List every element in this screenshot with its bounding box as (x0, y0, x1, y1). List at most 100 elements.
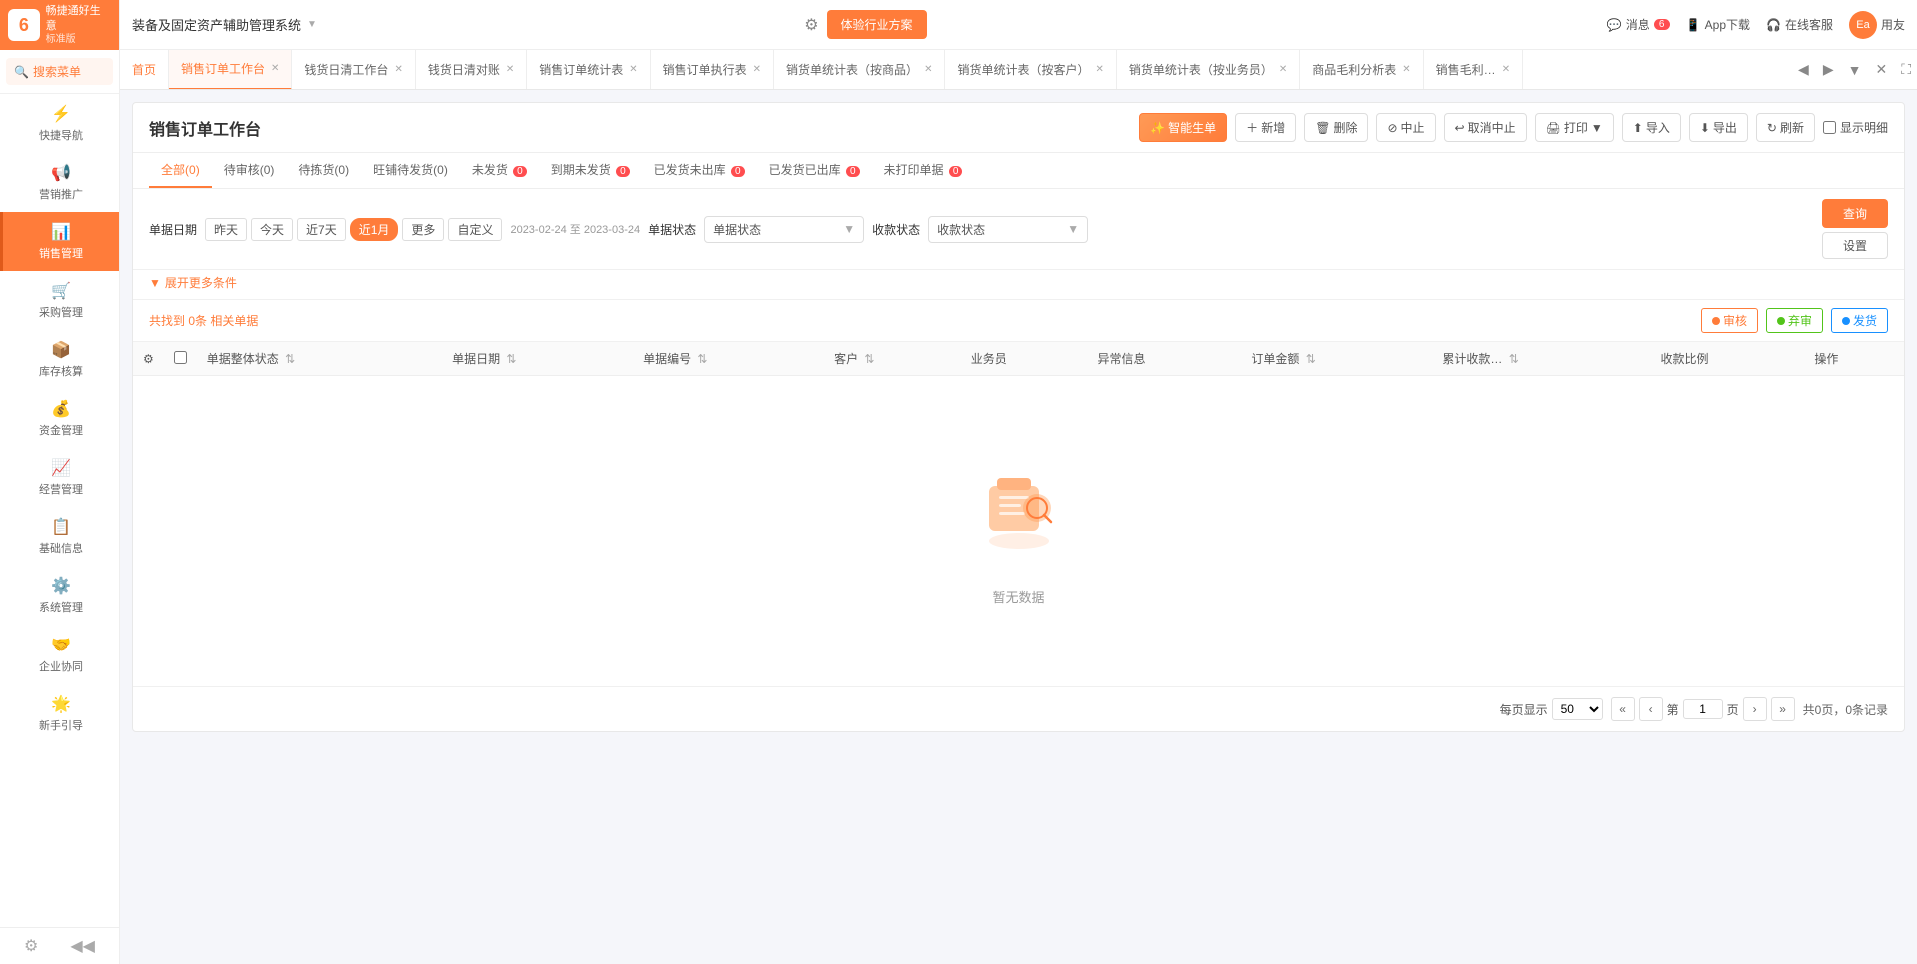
sidebar-item-basic[interactable]: 📋 基础信息 (0, 507, 119, 566)
filter-tab-pending-pick[interactable]: 待拣货(0) (286, 153, 361, 188)
page-size-select[interactable]: 10 20 50 100 (1552, 698, 1603, 720)
sidebar-item-system[interactable]: ⚙️ 系统管理 (0, 566, 119, 625)
table-col-status[interactable]: 单据整体状态 ⇅ (197, 342, 442, 376)
cancel-review-quick-button[interactable]: 弃审 (1766, 308, 1823, 333)
avatar: Ea (1849, 11, 1877, 39)
app-download-button[interactable]: 📱 App下载 (1686, 16, 1750, 33)
date-more-button[interactable]: 更多 (402, 218, 444, 241)
table-col-setting[interactable]: ⚙ (133, 342, 164, 376)
table-col-exception[interactable]: 异常信息 (1087, 342, 1241, 376)
page-number-input[interactable] (1683, 699, 1723, 719)
tab-sales-stat[interactable]: 销售订单统计表 ✕ (527, 50, 650, 90)
table-scroll-area[interactable]: ⚙ 单据整体状态 ⇅ 单据日期 ⇅ 单据编号 (133, 342, 1904, 686)
table-col-date[interactable]: 单据日期 ⇅ (442, 342, 633, 376)
cancel-stop-button[interactable]: ↩ 取消中止 (1444, 113, 1527, 142)
ai-generate-button[interactable]: ✨ 智能生单 (1139, 113, 1227, 142)
tab-sales-workbench[interactable]: 销售订单工作台 ✕ (169, 50, 292, 90)
filter-tab-shipped-out[interactable]: 已发货已出库 0 (757, 153, 872, 188)
search-menu-button[interactable]: 🔍 搜索菜单 (6, 58, 113, 85)
tab-more-button[interactable]: ▼ (1842, 60, 1868, 80)
table-col-customer[interactable]: 客户 ⇅ (824, 342, 961, 376)
tab-close-icon[interactable]: ✕ (506, 64, 514, 75)
query-button[interactable]: 查询 (1822, 199, 1888, 228)
sort-icon: ⇅ (1306, 352, 1316, 366)
filter-tab-all[interactable]: 全部(0) (149, 153, 212, 188)
payment-filter-select[interactable]: 收款状态 ▼ (928, 216, 1088, 243)
new-button[interactable]: ＋ 新增 (1235, 113, 1296, 142)
tab-cash-reconcile[interactable]: 钱货日清对账 ✕ (416, 50, 527, 90)
sidebar-item-purchase[interactable]: 🛒 采购管理 (0, 271, 119, 330)
tab-close-icon[interactable]: ✕ (753, 64, 761, 75)
messages-button[interactable]: 💬 消息 6 (1607, 16, 1670, 33)
settings-filter-button[interactable]: 设置 (1822, 232, 1888, 259)
tab-sales-by-product[interactable]: 销货单统计表（按商品） ✕ (774, 50, 945, 90)
filter-tab-not-shipped[interactable]: 未发货 0 (460, 153, 539, 188)
tab-close-icon[interactable]: ✕ (1402, 64, 1410, 75)
tab-sales-by-customer[interactable]: 销货单统计表（按客户） ✕ (945, 50, 1116, 90)
ship-quick-button[interactable]: 发货 (1831, 308, 1888, 333)
table-col-amount[interactable]: 订单金额 ⇅ (1241, 342, 1432, 376)
tab-close-icon[interactable]: ✕ (629, 64, 637, 75)
date-custom-button[interactable]: 自定义 (448, 218, 502, 241)
gear-button[interactable]: ⚙ (804, 15, 818, 35)
industry-solution-button[interactable]: 体验行业方案 (827, 10, 927, 39)
tab-close-icon[interactable]: ✕ (1279, 64, 1287, 75)
refresh-button[interactable]: ↻ 刷新 (1756, 113, 1815, 142)
print-button[interactable]: 🖨 打印 ▼ (1535, 113, 1614, 142)
filter-tab-shipped-not-out[interactable]: 已发货未出库 0 (642, 153, 757, 188)
tab-maximize-button[interactable]: ⛶ (1895, 59, 1917, 80)
filter-tab-overdue-not-shipped[interactable]: 到期未发货 0 (539, 153, 642, 188)
show-detail-label[interactable]: 显示明细 (1823, 119, 1888, 136)
date-today-button[interactable]: 今天 (251, 218, 293, 241)
status-filter-select[interactable]: 单据状态 ▼ (704, 216, 864, 243)
tab-close-icon[interactable]: ✕ (394, 64, 402, 75)
sidebar-item-finance[interactable]: 💰 资金管理 (0, 389, 119, 448)
settings-bottom-button[interactable]: ⚙ (24, 936, 38, 956)
tab-close-icon[interactable]: ✕ (271, 63, 279, 74)
next-page-button[interactable]: › (1743, 697, 1767, 721)
filter-tab-pending-review[interactable]: 待审核(0) (212, 153, 287, 188)
tab-close-icon[interactable]: ✕ (924, 64, 932, 75)
last-page-button[interactable]: » (1771, 697, 1795, 721)
table-col-collected[interactable]: 累计收款… ⇅ (1432, 342, 1650, 376)
tab-close-all-button[interactable]: ✕ (1869, 59, 1893, 80)
date-month-button[interactable]: 近1月 (350, 218, 399, 241)
user-area[interactable]: Ea 用友 (1849, 11, 1905, 39)
sidebar-item-operation[interactable]: 📈 经营管理 (0, 448, 119, 507)
tab-sales-by-staff[interactable]: 销货单统计表（按业务员） ✕ (1117, 50, 1300, 90)
filter-tab-unprinted[interactable]: 未打印单据 0 (872, 153, 975, 188)
sidebar-item-sales[interactable]: 📊 销售管理 (0, 212, 119, 271)
filter-tab-wangpu[interactable]: 旺铺待发货(0) (361, 153, 460, 188)
expand-conditions-button[interactable]: ▼ 展开更多条件 (149, 274, 1888, 291)
select-all-checkbox[interactable] (174, 351, 187, 364)
tab-sales-exec[interactable]: 销售订单执行表 ✕ (651, 50, 774, 90)
sidebar-item-inventory[interactable]: 📦 库存核算 (0, 330, 119, 389)
sidebar-item-enterprise[interactable]: 🤝 企业协同 (0, 625, 119, 684)
tab-sales-margin[interactable]: 销售毛利… ✕ (1424, 50, 1523, 90)
import-button[interactable]: ⬆ 导入 (1622, 113, 1681, 142)
first-page-button[interactable]: « (1611, 697, 1635, 721)
tab-scroll-right-button[interactable]: ▶ (1817, 59, 1840, 80)
tab-close-icon[interactable]: ✕ (1095, 64, 1103, 75)
show-detail-checkbox[interactable] (1823, 121, 1836, 134)
sidebar-item-marketing[interactable]: 📢 营销推广 (0, 153, 119, 212)
prev-page-button[interactable]: ‹ (1639, 697, 1663, 721)
delete-button[interactable]: 🗑 删除 (1304, 113, 1368, 142)
tab-cash-daily[interactable]: 钱货日清工作台 ✕ (292, 50, 415, 90)
tab-close-icon[interactable]: ✕ (1502, 64, 1510, 75)
tab-scroll-left-button[interactable]: ◀ (1792, 59, 1815, 80)
table-col-salesperson[interactable]: 业务员 (961, 342, 1088, 376)
stop-button[interactable]: ⊘ 中止 (1376, 113, 1435, 142)
review-quick-button[interactable]: 审核 (1701, 308, 1758, 333)
sidebar-item-guide[interactable]: 🌟 新手引导 (0, 684, 119, 743)
collapse-sidebar-button[interactable]: ◀◀ (70, 936, 95, 956)
tab-home[interactable]: 首页 (120, 50, 169, 90)
date-yesterday-button[interactable]: 昨天 (205, 218, 247, 241)
table-col-number[interactable]: 单据编号 ⇅ (633, 342, 824, 376)
table-col-checkbox[interactable] (164, 342, 197, 376)
online-service-button[interactable]: 🎧 在线客服 (1766, 16, 1833, 33)
date-7days-button[interactable]: 近7天 (297, 218, 346, 241)
export-button[interactable]: ⬇ 导出 (1689, 113, 1748, 142)
tab-gross-profit[interactable]: 商品毛利分析表 ✕ (1300, 50, 1423, 90)
sidebar-item-quick-nav[interactable]: ⚡ 快捷导航 (0, 94, 119, 153)
